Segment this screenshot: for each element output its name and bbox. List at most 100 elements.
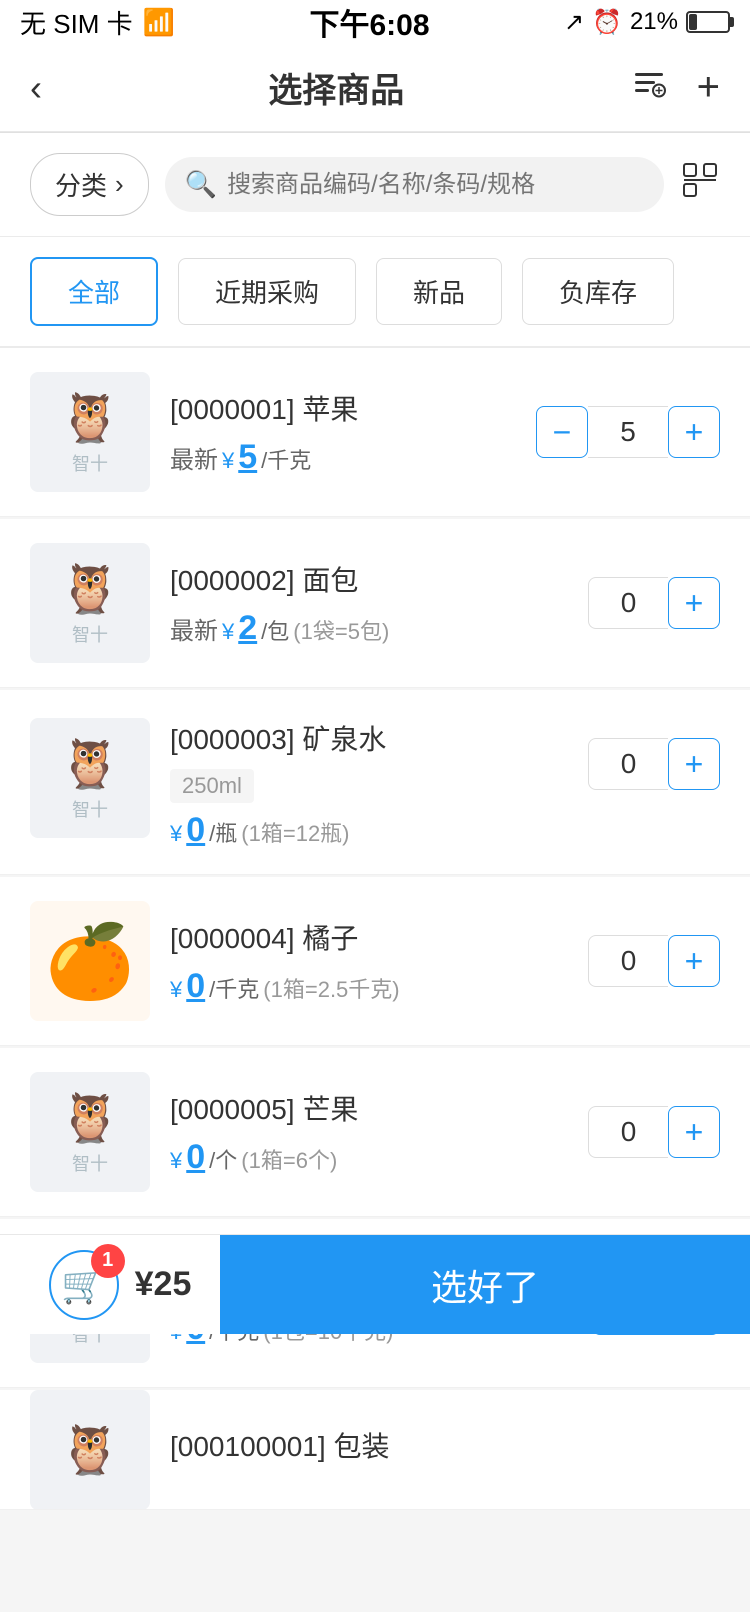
price-label: 最新 (170, 440, 218, 475)
cart-button[interactable]: 🛒 1 (49, 1250, 119, 1320)
product-info-000100001: [000100001] 包装 (150, 1425, 720, 1475)
page-title: 选择商品 (268, 63, 404, 112)
price-unit: /包 (261, 614, 289, 646)
qty-control-0000002: + (588, 577, 720, 629)
qty-minus-0000001[interactable]: − (536, 406, 588, 458)
filter-tabs: 全部 近期采购 新品 负库存 (0, 237, 750, 348)
qty-plus-0000003[interactable]: + (668, 738, 720, 790)
owl-icon: 🦉 (60, 560, 120, 617)
status-bar: 无 SIM 卡 📶 下午6:08 ↗ ⏰ 21% (0, 0, 750, 44)
qty-plus-0000002[interactable]: + (668, 577, 720, 629)
owl-icon: 🦉 (60, 735, 120, 792)
product-name-0000001: [0000001] 苹果 (170, 388, 516, 428)
product-info-0000002: [0000002] 面包 最新 ¥ 2 /包 (1袋=5包) (150, 559, 588, 648)
cart-badge: 1 (91, 1244, 125, 1278)
price-unit: /个 (209, 1143, 237, 1175)
search-icon: 🔍 (185, 169, 217, 200)
search-input[interactable] (227, 171, 644, 199)
product-name-0000004: [0000004] 橘子 (170, 917, 568, 957)
price-currency: ¥ (170, 821, 182, 847)
cart-area: 🛒 1 ¥25 (0, 1250, 220, 1320)
product-item-0000005: 🦉 智十 [0000005] 芒果 ¥ 0 /个 (1箱=6个) + (0, 1048, 750, 1217)
product-price-0000005: ¥ 0 /个 (1箱=6个) (170, 1138, 568, 1177)
category-button[interactable]: 分类 › (30, 153, 149, 216)
price-unit-detail: (1箱=12瓶) (241, 816, 349, 848)
back-button[interactable]: ‹ (30, 67, 42, 109)
tab-negative[interactable]: 负库存 (522, 258, 674, 325)
price-value: 0 (186, 1138, 205, 1177)
bottom-bar: 🛒 1 ¥25 选好了 (0, 1234, 750, 1334)
tab-new[interactable]: 新品 (376, 258, 502, 325)
price-unit: /千克 (209, 972, 259, 1004)
nav-bar: ‹ 选择商品 + (0, 44, 750, 132)
tab-recent[interactable]: 近期采购 (178, 258, 356, 325)
product-item-0000001: 🦉 智十 [0000001] 苹果 最新 ¥ 5 /千克 − + (0, 348, 750, 517)
product-item-0000004: 🍊 [0000004] 橘子 ¥ 0 /千克 (1箱=2.5千克) + (0, 877, 750, 1046)
owl-text: 智十 (72, 1150, 108, 1176)
product-image-0000003: 🦉 智十 (30, 718, 150, 838)
product-spec-0000003: 250ml (170, 769, 254, 803)
alarm-icon: ⏰ (592, 8, 622, 37)
product-image-0000002: 🦉 智十 (30, 543, 150, 663)
product-name-0000002: [0000002] 面包 (170, 559, 568, 599)
owl-text: 智十 (72, 621, 108, 647)
owl-icon: 🦉 (60, 1089, 120, 1146)
price-unit-detail: (1箱=2.5千克) (263, 972, 399, 1004)
qty-control-0000004: + (588, 935, 720, 987)
qty-plus-0000001[interactable]: + (668, 406, 720, 458)
owl-icon: 🦉 (60, 1421, 120, 1478)
product-price-0000001: 最新 ¥ 5 /千克 (170, 438, 516, 477)
owl-text: 智十 (72, 796, 108, 822)
battery-text: 21% (630, 8, 678, 36)
qty-control-0000005: + (588, 1106, 720, 1158)
toolbar: 分类 › 🔍 (0, 133, 750, 237)
product-price-0000004: ¥ 0 /千克 (1箱=2.5千克) (170, 967, 568, 1006)
price-currency: ¥ (222, 448, 234, 474)
product-name-0000005: [0000005] 芒果 (170, 1088, 568, 1128)
qty-input-0000001[interactable] (588, 406, 668, 458)
add-icon[interactable]: + (697, 65, 720, 110)
qty-plus-0000005[interactable]: + (668, 1106, 720, 1158)
product-image-0000001: 🦉 智十 (30, 372, 150, 492)
owl-text: 智十 (72, 450, 108, 476)
qty-input-0000004[interactable] (588, 935, 668, 987)
qty-input-0000002[interactable] (588, 577, 668, 629)
product-list: 🦉 智十 [0000001] 苹果 最新 ¥ 5 /千克 − + 🦉 智十 (0, 348, 750, 1612)
qty-input-0000003[interactable] (588, 738, 668, 790)
qty-control-0000001: − + (536, 406, 720, 458)
product-price-0000003: ¥ 0 /瓶 (1箱=12瓶) (170, 811, 568, 850)
price-currency: ¥ (170, 1148, 182, 1174)
qty-input-0000005[interactable] (588, 1106, 668, 1158)
confirm-button[interactable]: 选好了 (220, 1235, 750, 1334)
product-image-0000004: 🍊 (30, 901, 150, 1021)
price-value: 5 (238, 438, 257, 477)
scan-icon[interactable] (680, 160, 720, 209)
product-info-0000005: [0000005] 芒果 ¥ 0 /个 (1箱=6个) (150, 1088, 588, 1177)
carrier-text: 无 SIM 卡 (20, 4, 133, 41)
price-unit: /千克 (261, 443, 311, 475)
product-image-000100001: 🦉 (30, 1390, 150, 1510)
product-name-0000003: [0000003] 矿泉水 (170, 718, 568, 758)
wifi-icon: 📶 (143, 7, 175, 38)
search-box: 🔍 (165, 157, 664, 212)
qty-control-0000003: + (588, 738, 720, 790)
price-unit-detail: (1箱=6个) (241, 1143, 337, 1175)
owl-icon: 🦉 (60, 389, 120, 446)
product-item-0000002: 🦉 智十 [0000002] 面包 最新 ¥ 2 /包 (1袋=5包) + (0, 519, 750, 688)
product-item-000100001: 🦉 [000100001] 包装 (0, 1390, 750, 1510)
battery-icon (686, 11, 730, 33)
status-right: ↗ ⏰ 21% (564, 8, 730, 37)
price-value: 0 (186, 967, 205, 1006)
qty-plus-0000004[interactable]: + (668, 935, 720, 987)
tab-all[interactable]: 全部 (30, 257, 158, 326)
price-value: 2 (238, 609, 257, 648)
category-arrow: › (115, 169, 124, 200)
price-value: 0 (186, 811, 205, 850)
product-image-0000005: 🦉 智十 (30, 1072, 150, 1192)
price-unit-detail: (1袋=5包) (293, 614, 389, 646)
product-info-0000004: [0000004] 橘子 ¥ 0 /千克 (1箱=2.5千克) (150, 917, 588, 1006)
price-label: 最新 (170, 611, 218, 646)
filter-icon[interactable] (631, 65, 667, 110)
category-label: 分类 (55, 166, 107, 203)
product-name-000100001: [000100001] 包装 (170, 1425, 700, 1465)
